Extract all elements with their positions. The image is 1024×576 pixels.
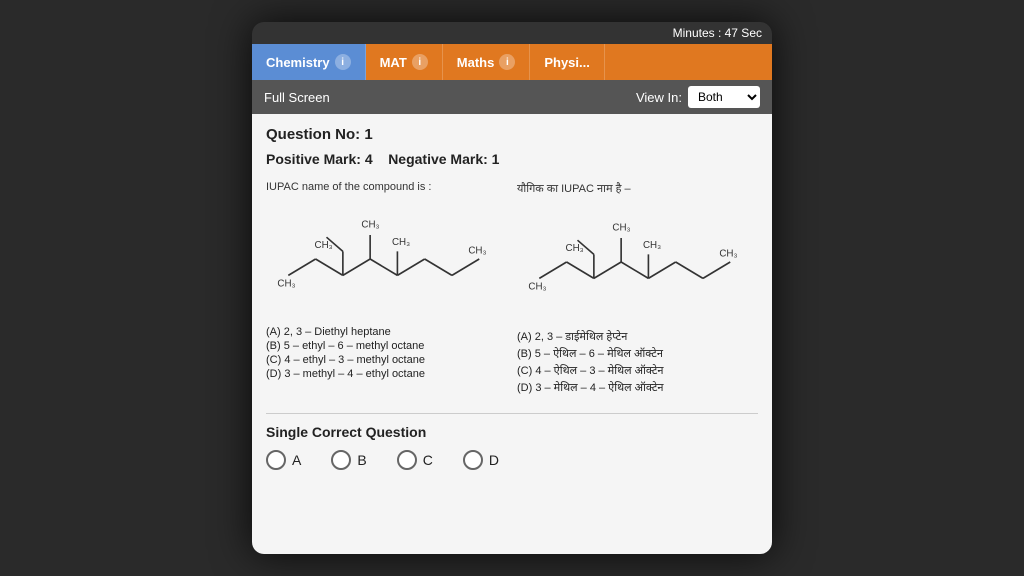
answer-option-a[interactable]: A xyxy=(266,450,301,470)
english-option-c: (C) 4 – ethyl – 3 – methyl octane xyxy=(266,354,507,366)
positive-mark-value: 4 xyxy=(365,151,373,167)
tab-mat[interactable]: MAT i xyxy=(366,44,443,80)
question-number: Question No: 1 xyxy=(266,126,758,143)
timer-text: Minutes : 47 Sec xyxy=(673,26,762,40)
section-divider xyxy=(266,413,758,414)
radio-a[interactable] xyxy=(266,450,286,470)
maths-info-icon[interactable]: i xyxy=(499,54,515,70)
radio-c[interactable] xyxy=(397,450,417,470)
radio-b[interactable] xyxy=(331,450,351,470)
tab-maths-label: Maths xyxy=(457,55,495,70)
hindi-options-list: (A) 2, 3 – डाईमेथिल हेप्टेन (B) 5 – ऐथिल… xyxy=(517,329,758,395)
phone-frame: Minutes : 47 Sec Chemistry i MAT i Maths… xyxy=(252,22,772,554)
answer-options: A B C D xyxy=(266,450,758,470)
hindi-option-d: (D) 3 – मेथिल – 4 – ऐथिल ऑक्टेन xyxy=(517,380,758,395)
tab-chemistry-label: Chemistry xyxy=(266,55,330,70)
tab-physics[interactable]: Physi... xyxy=(530,44,605,80)
answer-option-c[interactable]: C xyxy=(397,450,433,470)
hindi-option-c: (C) 4 – ऐथिल – 3 – मेथिल ऑक्टेन xyxy=(517,363,758,378)
english-option-b: (B) 5 – ethyl – 6 – methyl octane xyxy=(266,340,507,352)
svg-text:CH₃: CH₃ xyxy=(719,249,737,260)
svg-text:CH₃: CH₃ xyxy=(315,240,333,251)
timer-bar: Minutes : 47 Sec xyxy=(252,22,772,44)
tab-mat-label: MAT xyxy=(380,55,407,70)
svg-text:CH₃: CH₃ xyxy=(468,246,486,257)
positive-mark-label: Positive Mark: xyxy=(266,151,361,167)
mat-info-icon[interactable]: i xyxy=(412,54,428,70)
hindi-option-a: (A) 2, 3 – डाईमेथिल हेप्टेन xyxy=(517,329,758,344)
negative-mark-label: Negative Mark: xyxy=(388,151,488,167)
english-options-list: (A) 2, 3 – Diethyl heptane (B) 5 – ethyl… xyxy=(266,326,507,380)
single-correct-label: Single Correct Question xyxy=(266,424,758,440)
answer-label-d: D xyxy=(489,452,499,468)
english-option-d: (D) 3 – methyl – 4 – ethyl octane xyxy=(266,368,507,380)
view-in-section: View In: Both English Hindi xyxy=(636,86,760,108)
hindi-option-b: (B) 5 – ऐथिल – 6 – मेथिल ऑक्टेन xyxy=(517,346,758,361)
negative-mark-value: 1 xyxy=(492,151,500,167)
hindi-prompt: यौगिक का IUPAC नाम है – xyxy=(517,181,758,196)
molecule-english: CH₃ CH₃ CH₃ CH₃ CH₃ xyxy=(266,199,507,319)
answer-label-a: A xyxy=(292,452,301,468)
question-body: IUPAC name of the compound is : xyxy=(266,181,758,397)
svg-text:CH₃: CH₃ xyxy=(277,278,295,289)
tab-maths[interactable]: Maths i xyxy=(443,44,531,80)
molecule-hindi: CH₃ CH₃ CH₃ CH₃ CH₃ xyxy=(517,202,758,322)
tab-physics-label: Physi... xyxy=(544,55,590,70)
chemistry-info-icon[interactable]: i xyxy=(335,54,351,70)
svg-text:CH₃: CH₃ xyxy=(392,237,410,248)
svg-text:CH₃: CH₃ xyxy=(612,222,630,233)
answer-option-b[interactable]: B xyxy=(331,450,366,470)
answer-label-c: C xyxy=(423,452,433,468)
answer-label-b: B xyxy=(357,452,366,468)
english-option-a: (A) 2, 3 – Diethyl heptane xyxy=(266,326,507,338)
english-column: IUPAC name of the compound is : xyxy=(266,181,507,397)
radio-d[interactable] xyxy=(463,450,483,470)
svg-text:CH₃: CH₃ xyxy=(361,219,379,230)
svg-text:CH₃: CH₃ xyxy=(528,281,546,292)
tab-chemistry[interactable]: Chemistry i xyxy=(252,44,366,80)
svg-text:CH₃: CH₃ xyxy=(566,243,584,254)
english-prompt: IUPAC name of the compound is : xyxy=(266,181,507,193)
tab-bar: Chemistry i MAT i Maths i Physi... xyxy=(252,44,772,80)
hindi-column: यौगिक का IUPAC नाम है – CH₃ CH₃ xyxy=(517,181,758,397)
view-in-select[interactable]: Both English Hindi xyxy=(688,86,760,108)
fullscreen-label[interactable]: Full Screen xyxy=(264,90,330,105)
content-area: Question No: 1 Positive Mark: 4 Negative… xyxy=(252,114,772,554)
answer-option-d[interactable]: D xyxy=(463,450,499,470)
toolbar: Full Screen View In: Both English Hindi xyxy=(252,80,772,114)
view-in-label: View In: xyxy=(636,90,682,105)
marks-info: Positive Mark: 4 Negative Mark: 1 xyxy=(266,151,758,167)
svg-text:CH₃: CH₃ xyxy=(643,240,661,251)
